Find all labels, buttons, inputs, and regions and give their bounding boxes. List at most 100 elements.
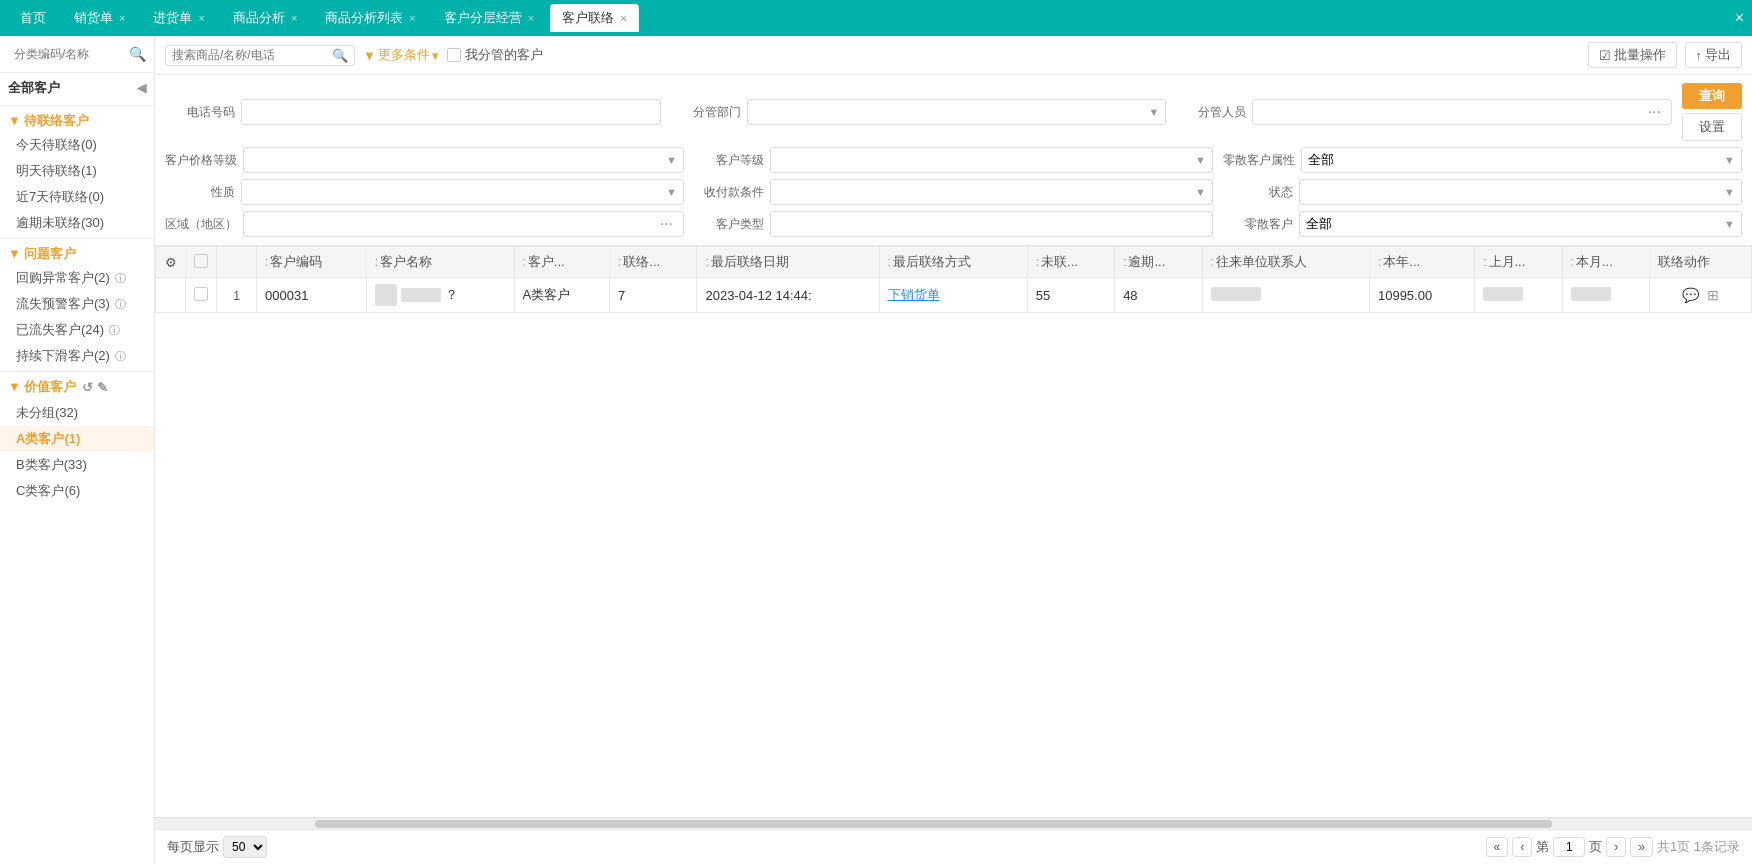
customer-type-select[interactable] [770,211,1213,237]
td-last-method[interactable]: 下销货单 [879,278,1027,313]
th-last-date: :最后联络日期 [697,247,879,278]
sidebar-item-overdue[interactable]: 逾期未联络(30) [0,210,154,236]
tab-analysis[interactable]: 商品分析 × [221,4,309,32]
tab-purchase[interactable]: 进货单 × [141,4,216,32]
tab-home[interactable]: 首页 [8,4,58,32]
th-num [217,247,257,278]
field-retail: 零散客户 全部 ▼ [1223,211,1742,237]
tab-analysis-close[interactable]: × [291,12,297,24]
price-level-chevron-icon: ▼ [666,154,677,166]
sidebar-item-churn-warning[interactable]: 流失预警客户(3) ⓘ [0,291,154,317]
row-actions: 💬 ⊞ [1658,287,1743,303]
region-dots-icon[interactable]: ··· [656,215,677,233]
customer-name-question: ？ [445,286,458,304]
td-company-contact [1202,278,1369,313]
status-select[interactable]: ▼ [1299,179,1742,205]
sidebar-item-a-class[interactable]: A类客户(1) [0,426,154,452]
batch-ops-label: 批量操作 [1614,46,1666,64]
batch-ops-btn[interactable]: ☑ 批量操作 [1588,42,1677,68]
filter-search-icon[interactable]: 🔍 [332,48,348,63]
payment-select[interactable]: ▼ [770,179,1213,205]
th-gear[interactable]: ⚙ [156,247,186,278]
sidebar-item-b-class[interactable]: B类客户(33) [0,452,154,478]
last-method-link[interactable]: 下销货单 [888,287,940,302]
tab-customer-segment[interactable]: 客户分层经营 × [432,4,546,32]
filter-actions: ☑ 批量操作 ↑ 导出 [1588,42,1743,68]
sidebar-divider-1 [0,105,154,106]
th-check[interactable] [186,247,217,278]
close-all-btn[interactable]: × [1735,9,1744,27]
th-level: :客户... [514,247,610,278]
my-customers-check[interactable] [447,48,461,62]
sidebar-search-icon[interactable]: 🔍 [129,46,146,62]
sidebar-item-churned[interactable]: 已流失客户(24) ⓘ [0,317,154,343]
tab-analysis-list[interactable]: 商品分析列表 × [313,4,427,32]
field-status: 状态 ▼ [1223,179,1742,205]
th-name: :客户名称 [366,247,514,278]
customer-name-blurred [401,288,441,302]
td-check[interactable] [186,278,217,313]
sidebar-divider-3 [0,371,154,372]
sidebar-item-7days[interactable]: 近7天待联络(0) [0,184,154,210]
adv-filter-row-3: 性质 ▼ 收付款条件 ▼ 状态 [165,179,1742,205]
sidebar-group-pending[interactable]: ▼ 待联络客户 [0,108,154,132]
region-select[interactable]: ··· [243,211,684,237]
sidebar-item-tomorrow[interactable]: 明天待联络(1) [0,158,154,184]
more-conditions-btn[interactable]: ▼ 更多条件 ▾ [363,46,439,64]
prev-page-btn[interactable]: ‹ [1512,837,1532,857]
per-page-select[interactable]: 50 [223,836,267,858]
filter-search-input[interactable] [172,48,332,62]
sidebar-search-input[interactable] [8,44,125,64]
dept-select[interactable]: ▼ [747,99,1167,125]
sidebar-group-value[interactable]: ▼ 价值客户 ↺ ✎ [0,374,154,400]
edit-icon[interactable]: ✎ [97,380,108,395]
export-label: 导出 [1705,46,1731,64]
tab-customer-segment-close[interactable]: × [528,12,534,24]
pagination: 每页显示 50 « ‹ 第 页 › » 共1页 1条记录 [155,829,1752,864]
person-dots-icon[interactable]: ··· [1644,103,1665,121]
nature-select[interactable]: ▼ [241,179,684,205]
filter-icon: ▼ [363,48,376,63]
refresh-icon[interactable]: ↺ [82,380,93,395]
header-checkbox[interactable] [194,254,208,268]
qr-icon[interactable]: ⊞ [1707,287,1719,303]
customer-level-select[interactable]: ▼ [770,147,1213,173]
table-header-row: ⚙ :客户编码 :客户名称 :客户... :联络... :最后联络日期 :最后联… [156,247,1752,278]
tab-analysis-list-close[interactable]: × [409,12,415,24]
sidebar-group-problem[interactable]: ▼ 问题客户 [0,241,154,265]
tab-customer-contact[interactable]: 客户联络 × [550,4,638,32]
retail-select[interactable]: 全部 ▼ [1299,211,1742,237]
page-input[interactable] [1553,837,1585,857]
more-conditions-label: 更多条件 [378,46,430,64]
first-page-btn[interactable]: « [1486,837,1509,857]
tab-customer-contact-close[interactable]: × [620,12,626,24]
tab-purchase-close[interactable]: × [198,12,204,24]
last-page-btn[interactable]: » [1630,837,1653,857]
customer-type-label: 客户类型 [694,216,764,233]
next-page-btn[interactable]: › [1606,837,1626,857]
all-customers-header[interactable]: 全部客户 ◀ [0,73,154,103]
td-contact: 7 [610,278,697,313]
export-btn[interactable]: ↑ 导出 [1685,42,1743,68]
field-customer-type: 客户类型 [694,211,1213,237]
customer-table: ⚙ :客户编码 :客户名称 :客户... :联络... :最后联络日期 :最后联… [155,246,1752,313]
retail-attr-select[interactable]: 全部 ▼ [1301,147,1742,173]
person-select[interactable]: ··· [1252,99,1672,125]
sidebar-collapse-icon[interactable]: ◀ [137,81,146,95]
tab-sales-close[interactable]: × [119,12,125,24]
sidebar-item-repurchase-abnormal[interactable]: 回购异常客户(2) ⓘ [0,265,154,291]
setting-btn[interactable]: 设置 [1682,113,1742,141]
price-level-select[interactable]: ▼ [243,147,684,173]
my-customers-checkbox[interactable]: 我分管的客户 [447,46,543,64]
chat-icon[interactable]: 💬 [1682,287,1699,303]
table-scrollbar[interactable] [155,817,1752,829]
sidebar-item-c-class[interactable]: C类客户(6) [0,478,154,504]
sidebar-item-today[interactable]: 今天待联络(0) [0,132,154,158]
query-btn[interactable]: 查询 [1682,83,1742,109]
dept-label: 分管部门 [671,104,741,121]
phone-input[interactable] [241,99,661,125]
tab-sales[interactable]: 销货单 × [62,4,137,32]
sidebar-item-unclassified[interactable]: 未分组(32) [0,400,154,426]
row-checkbox[interactable] [194,287,208,301]
sidebar-item-declining[interactable]: 持续下滑客户(2) ⓘ [0,343,154,369]
